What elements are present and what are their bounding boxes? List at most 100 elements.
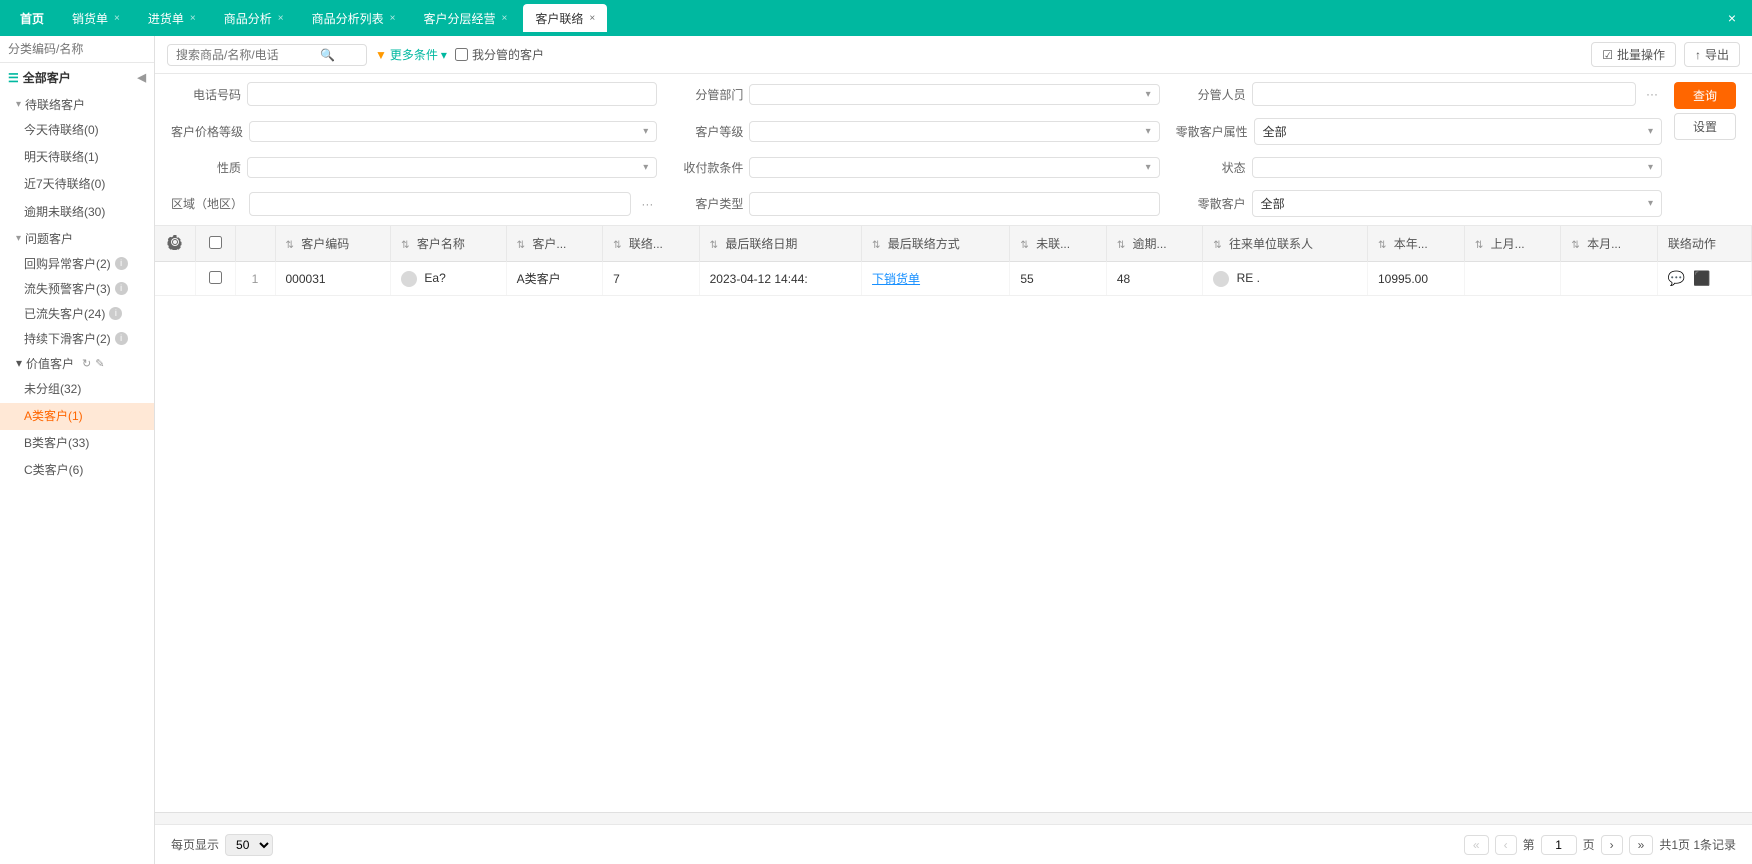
close-tab-goods-analysis-list[interactable]: × [390, 13, 396, 24]
page-number-input[interactable] [1541, 835, 1577, 855]
sidebar-collapse-icon[interactable]: ◀ [138, 71, 146, 84]
last-page-button[interactable]: » [1629, 835, 1654, 855]
sidebar-item-churn-warning[interactable]: 流失预警客户(3) i [0, 276, 154, 301]
close-tab-sales[interactable]: × [114, 13, 120, 24]
contact-person-dot [1213, 271, 1229, 287]
col-customer-code[interactable]: ⇅ 客户编码 [275, 226, 391, 262]
col-contact-header[interactable]: ⇅ 联络... [603, 226, 699, 262]
region-dots-button[interactable]: ··· [637, 197, 657, 211]
gear-icon[interactable] [167, 234, 183, 250]
payment-arrow-icon: ▾ [1146, 162, 1151, 173]
action-qr-icon[interactable]: ⬛ [1693, 270, 1710, 287]
sidebar-search-input[interactable] [8, 42, 155, 56]
filter-label-manager: 分管人员 [1176, 86, 1246, 103]
col-last-contact-date[interactable]: ⇅ 最后联络日期 [699, 226, 861, 262]
scatter-arrow-icon: ▾ [1648, 198, 1653, 209]
my-customers-checkbox[interactable] [455, 48, 468, 61]
close-tab-purchase[interactable]: × [190, 13, 196, 24]
col-last-month[interactable]: ⇅ 上月... [1464, 226, 1560, 262]
sidebar-item-tomorrow[interactable]: 明天待联络(1) [0, 144, 154, 171]
col-overdue[interactable]: ⇅ 逾期... [1106, 226, 1202, 262]
row-gear [155, 262, 195, 296]
contact-method-link[interactable]: 下销货单 [872, 272, 920, 286]
sidebar-item-7days[interactable]: 近7天待联络(0) [0, 171, 154, 198]
sidebar-item-abnormal-repurchase[interactable]: 回购异常客户(2) i [0, 251, 154, 276]
dept-select-arrow-icon: ▾ [1146, 89, 1151, 100]
sidebar-group-value[interactable]: ▾ 价值客户 ↻ ✎ [0, 351, 154, 376]
sidebar-item-today[interactable]: 今天待联络(0) [0, 117, 154, 144]
sort-icon-this-year: ⇅ [1378, 240, 1386, 251]
filter-scatter-attr-select[interactable]: 全部 ▾ [1254, 118, 1662, 145]
filter-nature-select[interactable]: ▾ [247, 157, 657, 178]
col-not-contacted[interactable]: ⇅ 未联... [1010, 226, 1106, 262]
filter-search-input[interactable] [176, 48, 316, 62]
sort-icon-this-month: ⇅ [1571, 240, 1579, 251]
query-button[interactable]: 查询 [1674, 82, 1736, 109]
sidebar-item-churned[interactable]: 已流失客户(24) i [0, 301, 154, 326]
row-checkbox[interactable] [209, 271, 222, 284]
prev-page-button[interactable]: ‹ [1495, 835, 1517, 855]
row-contact-person: RE . [1203, 262, 1368, 296]
row-contact-count: 7 [603, 262, 699, 296]
tab-goods-analysis-list[interactable]: 商品分析列表 × [300, 4, 408, 32]
first-page-button[interactable]: « [1464, 835, 1489, 855]
tab-customer-contact[interactable]: 客户联络 × [523, 4, 607, 32]
sidebar-item-overdue[interactable]: 逾期未联络(30) [0, 199, 154, 226]
next-page-button[interactable]: › [1601, 835, 1623, 855]
filter-label-phone: 电话号码 [171, 86, 241, 103]
col-customer-type-header[interactable]: ⇅ 客户... [506, 226, 602, 262]
close-tab-goods-analysis[interactable]: × [278, 13, 284, 24]
select-all-checkbox[interactable] [209, 236, 222, 249]
sidebar-item-declining[interactable]: 持续下滑客户(2) i [0, 326, 154, 351]
tab-customer-tier[interactable]: 客户分层经营 × [411, 4, 519, 32]
col-contact-person[interactable]: ⇅ 往来单位联系人 [1203, 226, 1368, 262]
refresh-icon[interactable]: ↻ [82, 357, 91, 370]
horizontal-scrollbar[interactable] [155, 812, 1752, 824]
sidebar-group-problem[interactable]: ▾ 问题客户 [0, 226, 154, 251]
filter-phone-input[interactable] [247, 82, 657, 106]
sidebar-item-class-b[interactable]: B类客户(33) [0, 430, 154, 457]
tab-home[interactable]: 首页 [8, 4, 56, 32]
col-last-contact-method[interactable]: ⇅ 最后联络方式 [862, 226, 1010, 262]
sidebar-group-pending[interactable]: ▾ 待联络客户 [0, 92, 154, 117]
close-tab-customer-tier[interactable]: × [501, 13, 507, 24]
per-page-select[interactable]: 50 [225, 834, 273, 856]
manager-dots-button[interactable]: ··· [1642, 87, 1662, 101]
customer-level-arrow-icon: ▾ [1146, 126, 1151, 137]
top-nav: 首页 销货单 × 进货单 × 商品分析 × 商品分析列表 × 客户分层经营 × … [0, 0, 1752, 36]
scatter-attr-arrow-icon: ▾ [1648, 126, 1653, 137]
sidebar-item-ungrouped[interactable]: 未分组(32) [0, 376, 154, 403]
filter-status-select[interactable]: ▾ [1252, 157, 1662, 178]
filter-customer-type-input[interactable] [749, 192, 1159, 216]
export-button[interactable]: ↑ 导出 [1684, 42, 1740, 67]
filter-manager-input[interactable] [1252, 82, 1636, 106]
filter-search-icon[interactable]: 🔍 [320, 48, 335, 62]
filter-price-level-select[interactable]: ▾ [249, 121, 657, 142]
col-this-month[interactable]: ⇅ 本月... [1561, 226, 1657, 262]
action-icons: 💬 ⬛ [1668, 270, 1741, 287]
sort-icon-not-contacted: ⇅ [1020, 240, 1028, 251]
value-arrow-icon: ▾ [16, 356, 22, 370]
sidebar-all-customers[interactable]: ☰ 全部客户 ◀ [0, 63, 154, 92]
filter-dept-select[interactable]: ▾ [749, 84, 1159, 105]
filter-more-conditions[interactable]: ▼ 更多条件 ▾ [375, 46, 447, 63]
action-message-icon[interactable]: 💬 [1668, 270, 1685, 287]
filter-payment-select[interactable]: ▾ [749, 157, 1159, 178]
batch-operation-button[interactable]: ☑ 批量操作 [1591, 42, 1676, 67]
row-code: 000031 [275, 262, 391, 296]
col-this-year[interactable]: ⇅ 本年... [1367, 226, 1464, 262]
tab-purchase[interactable]: 进货单 × [136, 4, 208, 32]
filter-scatter-select[interactable]: 全部 ▾ [1252, 190, 1662, 217]
sidebar-item-class-a[interactable]: A类客户(1) [0, 403, 154, 430]
col-customer-name[interactable]: ⇅ 客户名称 [391, 226, 507, 262]
filter-customer-level-select[interactable]: ▾ [749, 121, 1159, 142]
close-all-tabs[interactable]: × [1720, 10, 1744, 26]
close-tab-customer-contact[interactable]: × [589, 13, 595, 24]
tab-goods-analysis[interactable]: 商品分析 × [212, 4, 296, 32]
edit-icon[interactable]: ✎ [95, 357, 104, 370]
tab-sales[interactable]: 销货单 × [60, 4, 132, 32]
sidebar-item-class-c[interactable]: C类客户(6) [0, 457, 154, 484]
filter-region-input[interactable] [249, 192, 631, 216]
settings-button[interactable]: 设置 [1674, 113, 1736, 140]
pagination-left: 每页显示 50 [171, 834, 273, 856]
